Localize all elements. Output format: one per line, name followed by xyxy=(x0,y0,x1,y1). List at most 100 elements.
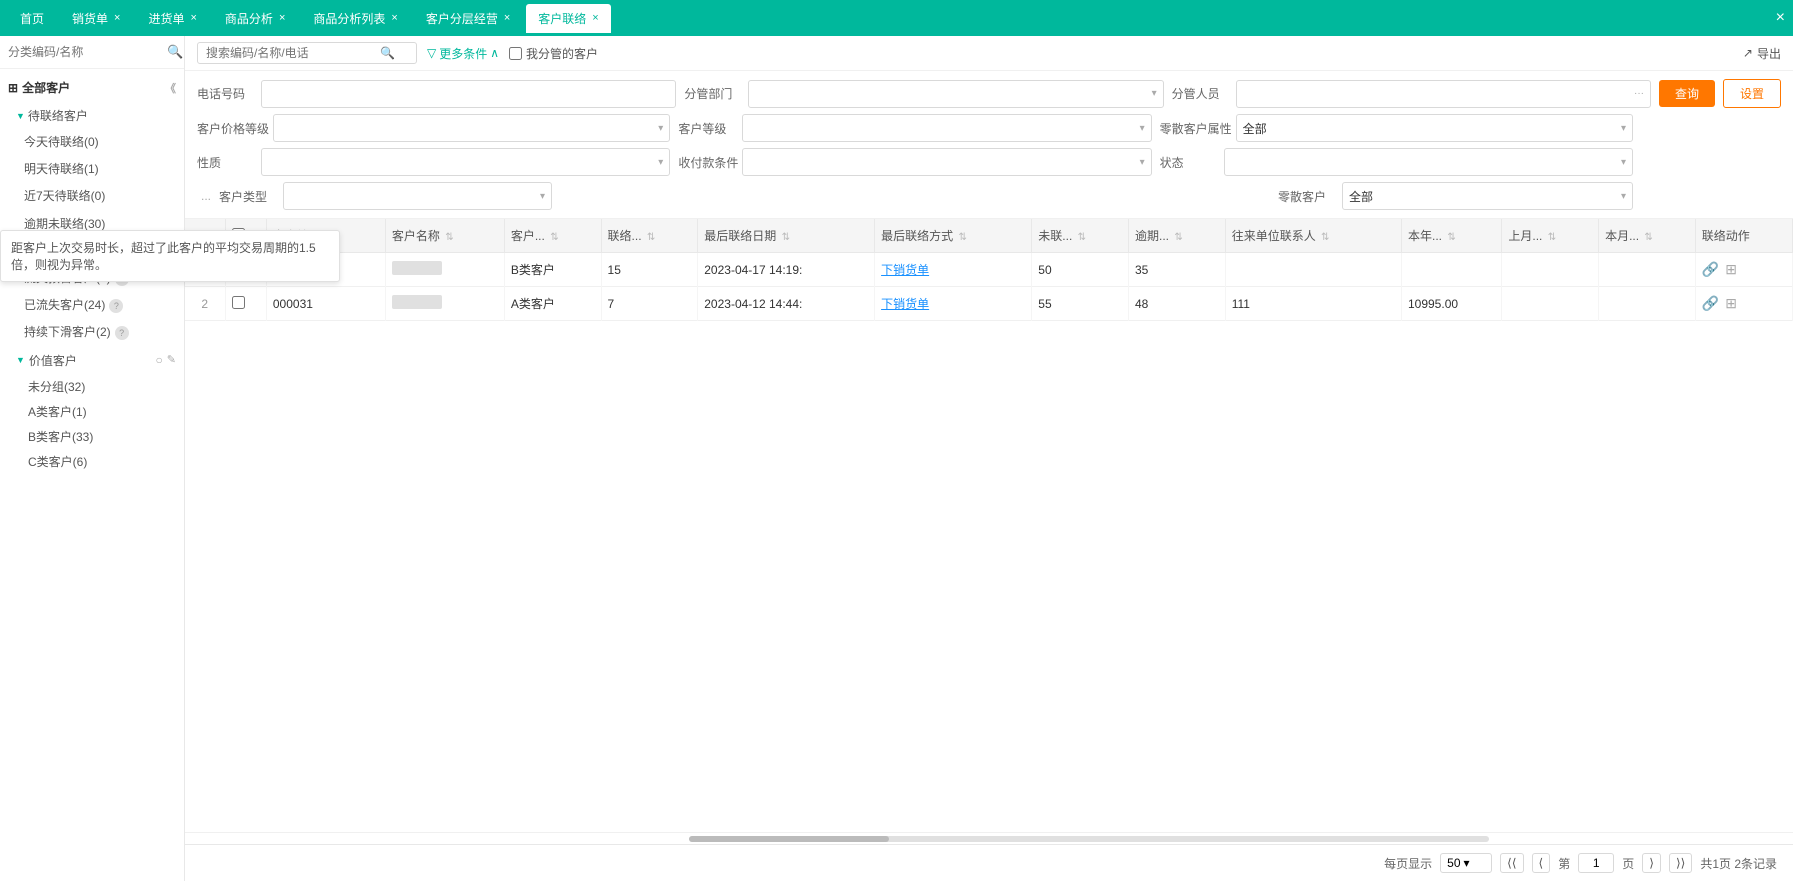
cell-last-month xyxy=(1502,287,1599,321)
sort-icon[interactable]: ⇅ xyxy=(1321,232,1329,243)
next-page-button[interactable]: ⟩ xyxy=(1642,853,1661,873)
sort-icon[interactable]: ⇅ xyxy=(1644,232,1652,243)
link-icon[interactable]: 🔗 xyxy=(1702,261,1719,278)
prev-page-button[interactable]: ⟨ xyxy=(1532,853,1551,873)
sidebar-item-continuous-decline[interactable]: 持续下滑客户(2) ? xyxy=(0,319,184,346)
last-page-button[interactable]: ⟩⟩ xyxy=(1669,853,1692,873)
tooltip-box: 距客户上次交易时长，超过了此客户的平均交易周期的1.5倍，则视为异常。 xyxy=(0,230,185,282)
retail-attr-select[interactable]: 全部 ▾ xyxy=(1236,114,1633,142)
tab-customer-tiered[interactable]: 客户分层经营 × xyxy=(414,4,522,33)
sidebar-item-today[interactable]: 今天待联络(0) xyxy=(0,129,184,156)
customer-type-select[interactable]: ▾ xyxy=(283,182,552,210)
phone-input[interactable] xyxy=(261,80,676,108)
sidebar-item-7days[interactable]: 近7天待联络(0) xyxy=(0,183,184,210)
page-number-input[interactable] xyxy=(1578,853,1614,873)
row-checkbox[interactable] xyxy=(232,296,245,309)
grid-action-icon[interactable]: ⊞ xyxy=(1725,261,1737,278)
sort-icon[interactable]: ⇅ xyxy=(1078,232,1086,243)
person-select[interactable]: ··· xyxy=(1236,80,1651,108)
sort-icon[interactable]: ⇅ xyxy=(958,232,966,243)
sidebar-sub-item-c[interactable]: C类客户(6) xyxy=(0,449,184,474)
sort-icon[interactable]: ⇅ xyxy=(1548,232,1556,243)
payment-select[interactable]: ▾ xyxy=(742,148,1151,176)
grid-action-icon[interactable]: ⊞ xyxy=(1725,295,1737,312)
col-last-method: 最后联络方式 ⇅ xyxy=(875,219,1032,253)
cell-last-method[interactable]: 下销货单 xyxy=(875,287,1032,321)
filter-payment: 收付款条件 ▾ xyxy=(678,148,1151,176)
more-filters-icon[interactable]: ... xyxy=(197,189,215,203)
tab-product-analysis[interactable]: 商品分析 × xyxy=(213,4,297,33)
sort-icon[interactable]: ⇅ xyxy=(1174,232,1182,243)
search-icon[interactable]: 🔍 xyxy=(380,46,395,60)
tab-purchase-order[interactable]: 进货单 × xyxy=(136,4,208,33)
value-customers-group[interactable]: ▼ 价值客户 ○ ✎ xyxy=(0,347,184,374)
settings-icon[interactable]: ○ xyxy=(156,353,163,367)
tab-product-analysis-list[interactable]: 商品分析列表 × xyxy=(301,4,409,33)
table-row: 1 000039 B类客户 15 2023-04-17 14:19: 下销货单 … xyxy=(185,253,1793,287)
close-icon[interactable]: × xyxy=(391,12,397,24)
scrollbar-thumb[interactable] xyxy=(689,836,889,842)
cell-type: B类客户 xyxy=(504,253,601,287)
sidebar-item-tomorrow[interactable]: 明天待联络(1) xyxy=(0,156,184,183)
settings-button[interactable]: 设置 xyxy=(1723,79,1781,108)
chevron-down-icon: ▾ xyxy=(1621,191,1626,202)
customers-table: ⚙ 客户编码 ⇅ 客户名称 ⇅ 客户... ⇅ xyxy=(185,219,1793,321)
col-current-year: 本年... ⇅ xyxy=(1401,219,1501,253)
close-icon[interactable]: × xyxy=(592,12,598,24)
scrollbar-track[interactable] xyxy=(689,836,1489,842)
sort-icon[interactable]: ⇅ xyxy=(647,232,655,243)
main-search-input[interactable] xyxy=(206,46,376,60)
tab-home[interactable]: 首页 xyxy=(8,4,56,33)
filter-status: 状态 ▾ xyxy=(1160,148,1633,176)
sidebar-sub-item-a[interactable]: A类客户(1) xyxy=(0,399,184,424)
retail-customer-select[interactable]: 全部 ▾ xyxy=(1342,182,1633,210)
sort-icon[interactable]: ⇅ xyxy=(782,232,790,243)
cell-last-method[interactable]: 下销货单 xyxy=(875,253,1032,287)
triangle-icon: ▼ xyxy=(16,355,25,365)
close-icon[interactable]: × xyxy=(190,12,196,24)
chevron-down-icon: ▾ xyxy=(1464,856,1470,870)
sort-icon[interactable]: ⇅ xyxy=(445,232,453,243)
sort-icon[interactable]: ⇅ xyxy=(1447,232,1455,243)
sidebar-sub-item-ungrouped[interactable]: 未分组(32) xyxy=(0,374,184,399)
edit-icon[interactable]: ✎ xyxy=(167,353,176,367)
link-icon[interactable]: 🔗 xyxy=(1702,295,1719,312)
my-customers-checkbox[interactable] xyxy=(509,47,522,60)
close-icon[interactable]: × xyxy=(279,12,285,24)
sidebar-sub-item-b[interactable]: B类客户(33) xyxy=(0,424,184,449)
price-level-select[interactable]: ▾ xyxy=(273,114,670,142)
grid-icon: ⊞ xyxy=(8,81,18,95)
filter-retail-attr: 零散客户属性 全部 ▾ xyxy=(1160,114,1633,142)
sidebar-tree: ⊞ 全部客户 《 ▼ 待联络客户 今天待联络(0) 明天待联络(1) 近7天待联… xyxy=(0,69,184,881)
dept-select[interactable]: ▾ xyxy=(748,80,1163,108)
sidebar-item-already-lost[interactable]: 已流失客户(24) ? xyxy=(0,292,184,319)
close-all-button[interactable]: × xyxy=(1776,9,1785,27)
query-button[interactable]: 查询 xyxy=(1659,80,1715,107)
tab-customer-contact[interactable]: 客户联络 × xyxy=(526,4,610,33)
cell-last-month xyxy=(1502,253,1599,287)
close-icon[interactable]: × xyxy=(504,12,510,24)
customer-level-select[interactable]: ▾ xyxy=(742,114,1151,142)
search-icon[interactable]: 🔍 xyxy=(167,44,183,60)
tab-sales-order[interactable]: 销货单 × xyxy=(60,4,132,33)
col-name: 客户名称 ⇅ xyxy=(385,219,504,253)
more-conditions-button[interactable]: ▽ 更多条件 ∧ xyxy=(427,45,499,62)
horizontal-scrollbar[interactable] xyxy=(185,832,1793,844)
cell-type: A类客户 xyxy=(504,287,601,321)
all-customers-header[interactable]: ⊞ 全部客户 《 xyxy=(0,73,184,102)
table-wrap: ⚙ 客户编码 ⇅ 客户名称 ⇅ 客户... ⇅ xyxy=(185,219,1793,832)
export-button[interactable]: ↗ 导出 xyxy=(1743,45,1781,62)
collapse-icon[interactable]: 《 xyxy=(165,80,176,96)
col-last-date: 最后联络日期 ⇅ xyxy=(698,219,875,253)
col-current-month: 本月... ⇅ xyxy=(1599,219,1696,253)
category-search-input[interactable] xyxy=(8,45,163,59)
cell-idx: 2 xyxy=(185,287,225,321)
close-icon[interactable]: × xyxy=(114,12,120,24)
first-page-button[interactable]: ⟨⟨ xyxy=(1500,853,1523,873)
page-size-select[interactable]: 50 ▾ xyxy=(1440,853,1492,873)
chevron-up-icon: ∧ xyxy=(490,46,499,60)
status-select[interactable]: ▾ xyxy=(1224,148,1633,176)
pending-contact-group[interactable]: ▼ 待联络客户 xyxy=(0,102,184,129)
sort-icon[interactable]: ⇅ xyxy=(550,232,558,243)
gender-select[interactable]: ▾ xyxy=(261,148,670,176)
